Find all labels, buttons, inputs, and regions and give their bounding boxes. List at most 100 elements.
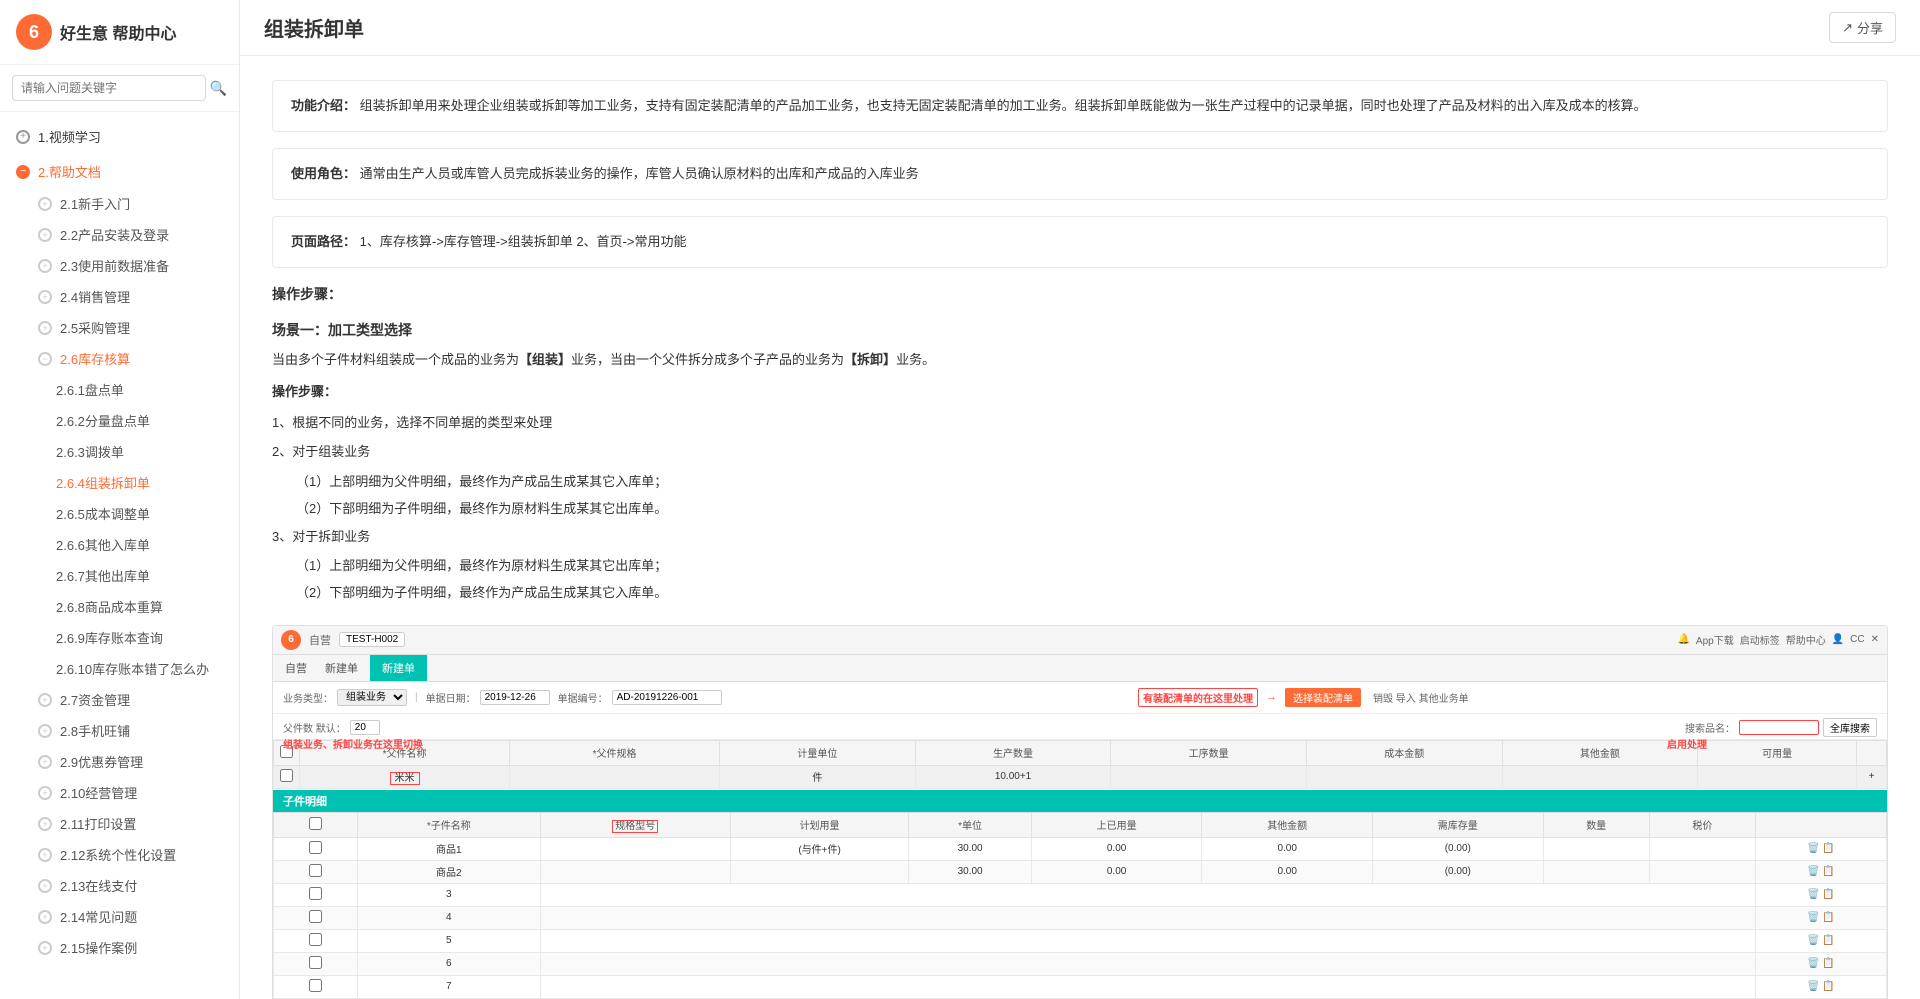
mock-lr5-num: 5 [357, 929, 540, 952]
function-intro-text: 组装拆卸单用来处理企业组装或拆卸等加工业务，支持有固定装配清单的产品加工业务，也… [360, 98, 1647, 113]
sidebar-item-business-label: 2.10经营管理 [60, 783, 137, 802]
mock-date-input[interactable] [480, 690, 550, 705]
sidebar-logo: 6 好生意 帮助中心 [0, 0, 239, 65]
mock-upper-table: *父件名称 *父件规格 计量单位 生产数量 工序数量 成本金额 其他金额 可用量 [273, 740, 1887, 789]
mock-rows-input[interactable] [350, 720, 380, 735]
sidebar-item-mobile[interactable]: + 2.8手机旺铺 [0, 715, 239, 746]
search-input[interactable] [12, 75, 206, 101]
sidebar-item-stock-ledger[interactable]: 2.6.9库存账本查询 [0, 622, 239, 653]
step3-sub1: （1）上部明细为父件明细，最终作为原材料生成某其它出库单； [272, 554, 1888, 577]
mock-lr7-num: 7 [357, 975, 540, 998]
page-title: 组装拆卸单 [264, 13, 364, 42]
function-intro-label: 功能介绍： [291, 98, 356, 113]
sidebar-item-video[interactable]: + 1.视频学习 [0, 120, 239, 153]
mock-uh-5: 工序数量 [1111, 740, 1307, 765]
sidebar-item-print[interactable]: + 2.11打印设置 [0, 808, 239, 839]
plus-icon-faq: + [38, 910, 52, 924]
sidebar-nav: + 1.视频学习 − 2.帮助文档 + 2.1新手入门 + 2.2产品安装及登录 [0, 112, 239, 999]
mock-assembly-select-btn[interactable]: 选择装配清单 [1285, 688, 1361, 707]
mock-type-select[interactable]: 组装业务 拆卸业务 [337, 689, 407, 706]
mock-uh-8: 可用量 [1698, 740, 1857, 765]
mock-nav-purchase[interactable]: 新建单 [317, 655, 366, 681]
sidebar-item-docs[interactable]: − 2.帮助文档 [0, 155, 239, 188]
mock-lr2-spec [540, 860, 730, 883]
sidebar-item-customization[interactable]: + 2.12系统个性化设置 [0, 839, 239, 870]
sidebar-item-payment[interactable]: + 2.13在线支付 [0, 870, 239, 901]
mock-lh-2: 规格型号 [540, 812, 730, 837]
mock-type-label: 业务类型： [283, 690, 333, 705]
table-row: 商品1 (与件+件) 30.00 0.00 0.00 (0.00) 🗑️ 📋 [274, 837, 1887, 860]
sidebar-item-faq[interactable]: + 2.14常见问题 [0, 901, 239, 932]
sidebar-item-newuser[interactable]: + 2.1新手入门 [0, 188, 239, 219]
sidebar-item-install-label: 2.2产品安装及登录 [60, 225, 169, 244]
mock-lr1-spec [540, 837, 730, 860]
sidebar-item-assembly[interactable]: 2.6.4组装拆卸单 [0, 467, 239, 498]
logo-text: 好生意 帮助中心 [60, 20, 176, 44]
sidebar-item-cost-recalc-label: 2.6.8商品成本重算 [56, 597, 163, 616]
mock-lower-row1-check[interactable] [309, 841, 322, 854]
mock-rows-field: 父件数 默认： [283, 720, 380, 735]
plus-icon-install: + [38, 228, 52, 242]
mock-search-input[interactable] [1739, 720, 1819, 735]
sidebar-item-other-out[interactable]: 2.6.7其他出库单 [0, 560, 239, 591]
step2-sub2: （2）下部明细为子件明细，最终作为原材料生成某其它出库单。 [272, 497, 1888, 520]
mock-row-checkbox[interactable] [280, 769, 293, 782]
sidebar-item-coupon[interactable]: + 2.9优惠券管理 [0, 746, 239, 777]
sidebar-item-partial-stocktake[interactable]: 2.6.2分量盘点单 [0, 405, 239, 436]
mock-toolbar-1: 业务类型： 组装业务 拆卸业务 | 单据日期： 单据编号： [273, 682, 1887, 714]
plus-icon-newuser: + [38, 197, 52, 211]
mock-toolbar-2: 父件数 默认： 搜索品名： 全库搜索 组装业务、拆卸业务在这里切换 启用处理 [273, 714, 1887, 740]
sidebar-item-purchase[interactable]: + 2.5采购管理 [0, 312, 239, 343]
mock-close-btn: ✕ [1871, 634, 1879, 645]
sidebar-item-cases-label: 2.15操作案例 [60, 938, 137, 957]
table-row: 米米 件 10.00+1 + [274, 765, 1887, 788]
minus-icon-inventory: − [38, 352, 52, 366]
mock-avatar: 👤 [1832, 634, 1844, 645]
sidebar-item-cases[interactable]: + 2.15操作案例 [0, 932, 239, 963]
main-area: 组装拆卸单 ↗ 分享 功能介绍： 组装拆卸单用来处理企业组装或拆卸等加工业务，支… [240, 0, 1920, 999]
step2: 2、对于组装业务 [272, 440, 1888, 463]
table-row: 3 🗑️ 📋 [274, 883, 1887, 906]
mock-lh-6: 其他金额 [1202, 812, 1373, 837]
mock-ur-name: 米米 [300, 765, 510, 788]
minus-icon: − [16, 165, 30, 179]
plus-icon-cases: + [38, 941, 52, 955]
mock-lower-select-all[interactable] [309, 817, 322, 830]
page-header: 组装拆卸单 ↗ 分享 [240, 0, 1920, 56]
sidebar-item-ledger-issue-label: 2.6.10库存账本错了怎么办 [56, 659, 209, 678]
sidebar-item-inventory[interactable]: − 2.6库存核算 [0, 343, 239, 374]
mock-lh-7: 需库存量 [1372, 812, 1543, 837]
mock-lr6-num: 6 [357, 952, 540, 975]
table-row: 5 🗑️ 📋 [274, 929, 1887, 952]
path-box: 页面路径： 1、库存核算->库存管理->组装拆卸单 2、首页->常用功能 [272, 216, 1888, 268]
sidebar-item-data-label: 2.3使用前数据准备 [60, 256, 169, 275]
sidebar-item-sales[interactable]: + 2.4销售管理 [0, 281, 239, 312]
nav-section-video: + 1.视频学习 [0, 120, 239, 153]
sidebar-item-ledger-issue[interactable]: 2.6.10库存账本错了怎么办 [0, 653, 239, 684]
role-box: 使用角色： 通常由生产人员或库管人员完成拆装业务的操作，库管人员确认原材料的出库… [272, 148, 1888, 200]
sidebar-item-cost-adj[interactable]: 2.6.5成本调整单 [0, 498, 239, 529]
sidebar-item-transfer[interactable]: 2.6.3调拨单 [0, 436, 239, 467]
mock-nav-home[interactable]: 自营 [277, 655, 315, 681]
mock-lower-row2-check[interactable] [309, 864, 322, 877]
sidebar-item-business[interactable]: + 2.10经营管理 [0, 777, 239, 808]
mock-search-btn[interactable]: 全库搜索 [1823, 718, 1877, 737]
mock-date-label: 单据日期： [426, 690, 476, 705]
sidebar-item-stocktake[interactable]: 2.6.1盘点单 [0, 374, 239, 405]
share-button[interactable]: ↗ 分享 [1829, 12, 1896, 43]
ops-section: 操作步骤： 场景一：加工类型选择 当由多个子件材料组装成一个成品的业务为【组装】… [272, 284, 1888, 605]
sidebar-item-cost-recalc[interactable]: 2.6.8商品成本重算 [0, 591, 239, 622]
sidebar-item-finance[interactable]: + 2.7资金管理 [0, 684, 239, 715]
mock-code-input[interactable] [612, 690, 722, 705]
role-label: 使用角色： [291, 166, 356, 181]
path-label: 页面路径： [291, 234, 356, 249]
sidebar-item-data[interactable]: + 2.3使用前数据准备 [0, 250, 239, 281]
mock-lr1-other: 0.00 [1202, 837, 1373, 860]
sidebar-item-other-in[interactable]: 2.6.6其他入库单 [0, 529, 239, 560]
mock-tab-active[interactable]: 新建单 [370, 655, 427, 681]
mock-ur-proc [1111, 765, 1307, 788]
mock-lr3-num: 3 [357, 883, 540, 906]
mock-extra-btns: 销毁 导入 其他业务单 [1373, 690, 1469, 705]
sidebar-item-install[interactable]: + 2.2产品安装及登录 [0, 219, 239, 250]
search-button[interactable]: 🔍 [210, 80, 227, 97]
